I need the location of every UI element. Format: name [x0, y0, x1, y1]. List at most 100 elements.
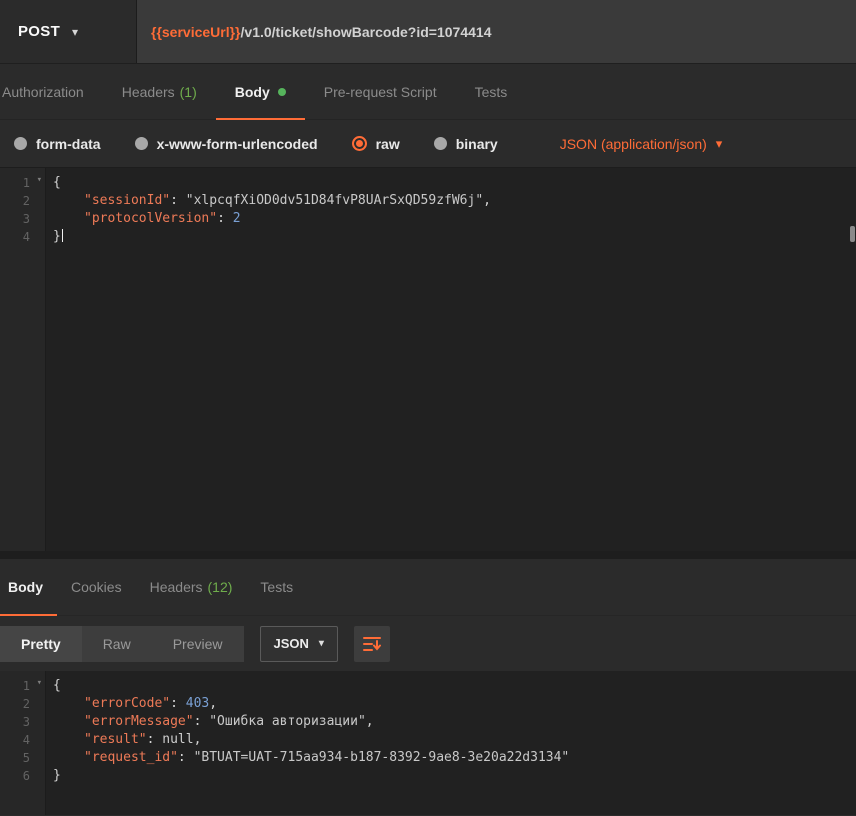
json-key: "protocolVersion": [84, 211, 218, 226]
tab-pre-request-script[interactable]: Pre-request Script: [305, 64, 456, 119]
response-section: Body Cookies Headers (12) Tests Pretty R…: [0, 551, 856, 815]
body-type-row: form-data x-www-form-urlencoded raw bina…: [0, 120, 856, 168]
method-label: POST: [18, 23, 61, 40]
code-line: 2 "sessionId": "xlpcqfXiOD0dv51D84fvP8UA…: [0, 192, 856, 210]
tab-response-tests[interactable]: Tests: [246, 559, 307, 615]
tab-response-tests-label: Tests: [260, 579, 294, 595]
url-path: /v1.0/ticket/showBarcode?id=1074414: [240, 23, 492, 40]
radio-x-www-form-urlencoded[interactable]: x-www-form-urlencoded: [134, 135, 318, 152]
code-line: 4 "result": null,: [0, 731, 856, 749]
radio-raw-label: raw: [375, 135, 400, 152]
request-body-editor[interactable]: 1 ▾ { 2 "sessionId": "xlpcqfXiOD0dv51D84…: [0, 168, 856, 551]
scrollbar-thumb[interactable]: [850, 226, 855, 242]
json-key: "errorCode": [84, 696, 171, 711]
view-preview-label: Preview: [172, 635, 223, 652]
code-line: 1 ▾ {: [0, 677, 856, 695]
code-line: 1 ▾ {: [0, 174, 856, 192]
view-mode-switch: Pretty Raw Preview: [0, 625, 244, 662]
tab-pre-request-script-label: Pre-request Script: [323, 83, 437, 100]
comma: ,: [483, 193, 491, 208]
close-brace: }: [53, 768, 61, 783]
tab-body[interactable]: Body: [215, 64, 305, 120]
gutter-cell: 4: [0, 731, 45, 749]
json-string-value: "xlpcqfXiOD0dv51D84fvP8UArSxQD59zfW6j": [185, 193, 484, 208]
tab-headers[interactable]: Headers (1): [103, 64, 216, 119]
tab-authorization[interactable]: Authorization: [0, 64, 103, 119]
chevron-down-icon: ▾: [72, 24, 79, 39]
radio-binary[interactable]: binary: [433, 135, 498, 152]
code-line: 3 "protocolVersion": 2: [0, 210, 856, 228]
tab-headers-label: Headers: [121, 83, 175, 100]
view-pretty-button[interactable]: Pretty: [0, 625, 82, 662]
json-null-value: null: [162, 732, 194, 747]
method-selector[interactable]: POST ▾: [0, 0, 137, 63]
postman-window: POST ▾ {{serviceUrl}}/v1.0/ticket/showBa…: [0, 0, 856, 816]
response-view-controls: Pretty Raw Preview JSON ▾: [0, 616, 856, 671]
json-key: "errorMessage": [84, 714, 194, 729]
url-input[interactable]: {{serviceUrl}}/v1.0/ticket/showBarcode?i…: [137, 0, 856, 63]
json-number-value: 2: [232, 211, 241, 226]
content-type-selector[interactable]: JSON (application/json) ▾: [560, 136, 723, 152]
line-number: 2: [22, 697, 30, 711]
radio-form-data[interactable]: form-data: [14, 136, 101, 152]
comma: ,: [193, 732, 202, 747]
json-string-value: "Ошибка авторизации": [209, 714, 366, 729]
response-format-label: JSON: [273, 636, 309, 651]
url-environment-variable: {{serviceUrl}}: [151, 23, 241, 40]
line-number: 6: [22, 769, 30, 783]
body-indicator-dot: [277, 87, 286, 96]
tab-headers-count: (1): [179, 83, 197, 100]
tab-response-headers-count: (12): [207, 579, 233, 595]
response-body-editor[interactable]: 1 ▾ { 2 "errorCode": 403, 3 "errorMessag…: [0, 671, 856, 815]
code-line: 4 }: [0, 228, 856, 246]
wrap-text-button[interactable]: [353, 625, 390, 662]
radio-urlencoded-label: x-www-form-urlencoded: [156, 135, 318, 152]
text-cursor: [61, 229, 63, 242]
tab-tests-label: Tests: [474, 83, 508, 100]
tab-body-label: Body: [234, 83, 270, 100]
gutter-cell: 3: [0, 713, 45, 731]
code-line: 3 "errorMessage": "Ошибка авторизации",: [0, 713, 856, 731]
colon: :: [170, 193, 186, 208]
radio-unselected-icon: [14, 137, 27, 150]
radio-binary-label: binary: [455, 135, 498, 152]
fold-toggle-icon[interactable]: ▾: [37, 679, 42, 688]
content-type-label: JSON (application/json): [559, 135, 707, 152]
open-brace: {: [53, 175, 61, 190]
tab-cookies-label: Cookies: [71, 579, 122, 595]
tab-tests[interactable]: Tests: [456, 64, 527, 119]
json-key: "sessionId": [84, 193, 171, 208]
view-pretty-label: Pretty: [21, 635, 61, 652]
radio-raw[interactable]: raw: [351, 135, 400, 152]
colon: :: [217, 211, 233, 226]
radio-unselected-icon: [134, 137, 148, 150]
chevron-down-icon: ▾: [318, 637, 324, 649]
fold-toggle-icon[interactable]: ▾: [37, 176, 42, 185]
gutter-cell: 2: [0, 192, 45, 210]
wrap-text-icon: [362, 636, 381, 651]
code-line: 6 }: [0, 767, 856, 785]
code-line: 5 "request_id": "BTUAT=UAT-715aa934-b187…: [0, 749, 856, 767]
tab-cookies[interactable]: Cookies: [57, 559, 136, 615]
gutter-cell: 6: [0, 767, 45, 785]
tab-response-headers[interactable]: Headers (12): [136, 559, 247, 615]
colon: :: [177, 750, 194, 765]
view-raw-button[interactable]: Raw: [82, 626, 152, 662]
json-key: "request_id": [84, 750, 178, 765]
tab-response-body-label: Body: [8, 579, 43, 595]
line-number: 3: [22, 715, 30, 729]
tab-response-body[interactable]: Body: [0, 559, 57, 616]
gutter-cell: 5: [0, 749, 45, 767]
comma: ,: [209, 696, 218, 711]
gutter-cell: 1 ▾: [0, 174, 45, 192]
colon: :: [193, 714, 210, 729]
response-format-selector[interactable]: JSON ▾: [259, 625, 338, 662]
gutter-cell: 3: [0, 210, 45, 228]
view-preview-button[interactable]: Preview: [152, 626, 244, 662]
gutter-cell: 1 ▾: [0, 677, 45, 695]
close-brace: }: [53, 229, 61, 244]
tab-response-headers-label: Headers: [149, 579, 203, 595]
open-brace: {: [53, 678, 61, 693]
colon: :: [146, 732, 163, 747]
request-tabs: Authorization Headers (1) Body Pre-reque…: [0, 64, 856, 120]
